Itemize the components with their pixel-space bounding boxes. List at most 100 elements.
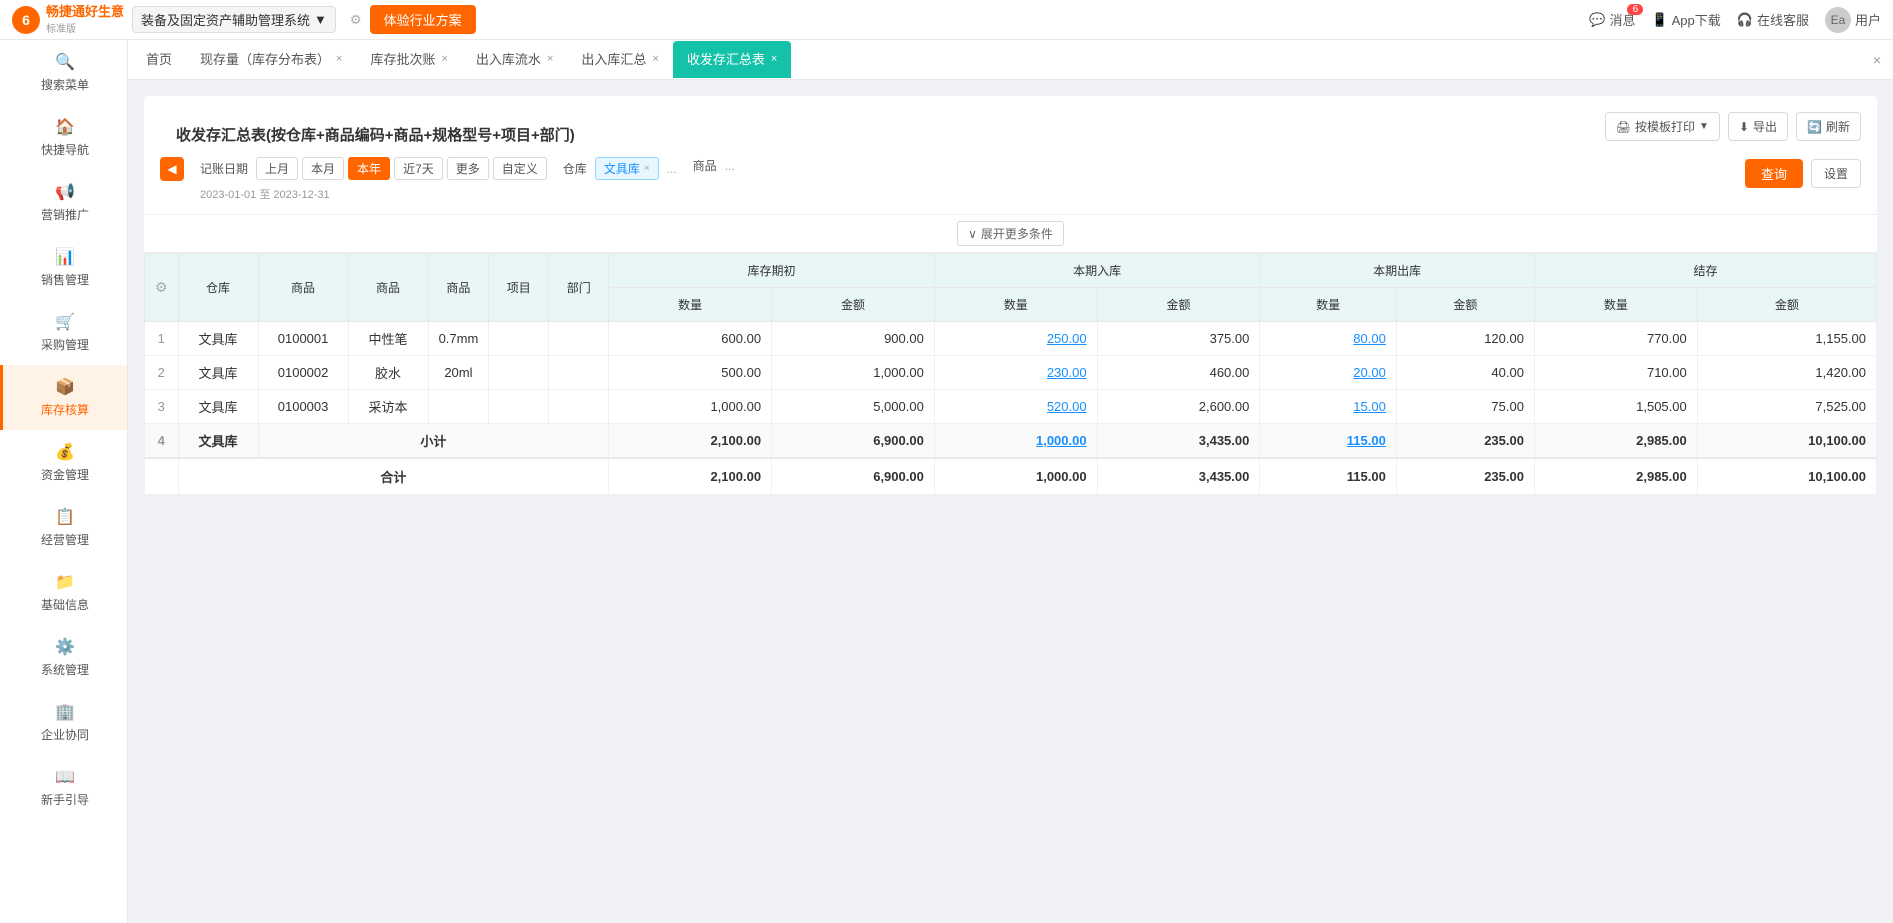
subtotal-in-qty[interactable]: 1,000.00 bbox=[934, 424, 1097, 459]
sidebar-item-sales[interactable]: 📊 销售管理 bbox=[0, 235, 127, 300]
system-selector[interactable]: 装备及固定资产辅助管理系统 ▼ bbox=[132, 6, 336, 33]
tab-flow-close[interactable]: × bbox=[547, 53, 553, 65]
subtotal-out-qty-link[interactable]: 115.00 bbox=[1347, 433, 1386, 448]
warehouse-tag[interactable]: 文具库 × bbox=[595, 157, 659, 180]
chevron-down-icon: ▼ bbox=[314, 12, 327, 27]
date-btn-more[interactable]: 更多 bbox=[447, 157, 489, 180]
subtotal-in-qty-link[interactable]: 1,000.00 bbox=[1036, 433, 1087, 448]
th-in: 本期入库 bbox=[934, 254, 1260, 288]
date-btn-this-month[interactable]: 本月 bbox=[302, 157, 344, 180]
app-download-item[interactable]: 📱 App下载 bbox=[1651, 10, 1720, 29]
tab-batch-close[interactable]: × bbox=[441, 53, 447, 65]
row-in-qty-3[interactable]: 520.00 bbox=[934, 390, 1097, 424]
sidebar-item-system[interactable]: ⚙️ 系统管理 bbox=[0, 625, 127, 690]
phone-icon: 📱 bbox=[1651, 12, 1667, 28]
row-in-qty-link-2[interactable]: 230.00 bbox=[1047, 365, 1087, 380]
tab-summary-close[interactable]: × bbox=[652, 53, 658, 65]
sidebar-item-inventory[interactable]: 📦 库存核算 bbox=[0, 365, 127, 430]
sidebar-item-operation[interactable]: 📋 经营管理 bbox=[0, 495, 127, 560]
sales-icon: 📊 bbox=[55, 247, 75, 267]
row-dept-3 bbox=[549, 390, 609, 424]
settings-icon[interactable]: ⚙ bbox=[350, 12, 362, 28]
logo-icon: 6 bbox=[12, 6, 40, 34]
warehouse-tag-close[interactable]: × bbox=[644, 163, 650, 174]
tab-receipt-close[interactable]: × bbox=[771, 53, 777, 65]
table-row: 3 文具库 0100003 采访本 1,000.00 5,000.00 520.… bbox=[145, 390, 1877, 424]
gear-icon[interactable]: ⚙ bbox=[155, 279, 168, 295]
sidebar-item-basic[interactable]: 📁 基础信息 bbox=[0, 560, 127, 625]
subtotal-bal-qty: 2,985.00 bbox=[1534, 424, 1697, 459]
th-spec: 商品 bbox=[428, 254, 489, 322]
row-out-qty-link-3[interactable]: 15.00 bbox=[1353, 399, 1386, 414]
row-project-1 bbox=[489, 322, 549, 356]
notification-item[interactable]: 💬 消息 6 bbox=[1589, 10, 1635, 29]
sidebar-item-newbie[interactable]: 📖 新手引导 bbox=[0, 755, 127, 820]
operation-icon: 📋 bbox=[55, 507, 75, 527]
headset-icon: 🎧 bbox=[1737, 12, 1753, 28]
online-service-label: 在线客服 bbox=[1757, 10, 1809, 29]
query-button[interactable]: 查询 bbox=[1745, 159, 1803, 188]
toolbar: 🖨 按模板打印 ▼ ⬇ 导出 🔄 刷新 bbox=[1605, 112, 1861, 141]
row-out-qty-2[interactable]: 20.00 bbox=[1260, 356, 1396, 390]
th-project: 项目 bbox=[489, 254, 549, 322]
row-code-1: 0100001 bbox=[258, 322, 348, 356]
date-btn-this-year[interactable]: 本年 bbox=[348, 157, 390, 180]
sidebar-label-operation: 经营管理 bbox=[41, 531, 89, 548]
row-out-qty-1[interactable]: 80.00 bbox=[1260, 322, 1396, 356]
total-label: 合计 bbox=[178, 458, 609, 495]
tab-receipt-label: 收发存汇总表 bbox=[687, 49, 765, 68]
tab-bar: 首页 现存量（库存分布表） × 库存批次账 × 出入库流水 × 出入库汇总 × … bbox=[128, 40, 1893, 80]
row-out-qty-3[interactable]: 15.00 bbox=[1260, 390, 1396, 424]
sidebar-item-finance[interactable]: 💰 资金管理 bbox=[0, 430, 127, 495]
table-row: 1 文具库 0100001 中性笔 0.7mm 600.00 900.00 25… bbox=[145, 322, 1877, 356]
row-in-qty-link-1[interactable]: 250.00 bbox=[1047, 331, 1087, 346]
subtotal-out-qty[interactable]: 115.00 bbox=[1260, 424, 1396, 459]
tab-home[interactable]: 首页 bbox=[132, 41, 186, 78]
tab-flow[interactable]: 出入库流水 × bbox=[462, 41, 567, 78]
date-filter-group: 记账日期 上月 本月 本年 近7天 更多 自定义 2023-01-01 至 20… bbox=[200, 157, 547, 202]
row-dept-1 bbox=[549, 322, 609, 356]
row-in-qty-2[interactable]: 230.00 bbox=[934, 356, 1097, 390]
collapse-button[interactable]: ◀ bbox=[160, 157, 184, 181]
date-btn-7days[interactable]: 近7天 bbox=[394, 157, 443, 180]
expand-row: ∨ 展开更多条件 bbox=[144, 215, 1877, 253]
filter-settings-button[interactable]: 设置 bbox=[1811, 159, 1861, 188]
row-project-2 bbox=[489, 356, 549, 390]
sidebar-item-search[interactable]: 🔍 搜索菜单 bbox=[0, 40, 127, 105]
avatar: Ea bbox=[1825, 7, 1851, 33]
date-btn-custom[interactable]: 自定义 bbox=[493, 157, 547, 180]
tab-summary-label: 出入库汇总 bbox=[581, 49, 646, 68]
user-item[interactable]: Ea 用户 bbox=[1825, 7, 1881, 33]
warehouse-more[interactable]: ... bbox=[667, 162, 677, 176]
sidebar-item-corp[interactable]: 🏢 企业协同 bbox=[0, 690, 127, 755]
warehouse-filter-section: 仓库 文具库 × ... bbox=[563, 157, 677, 180]
trial-button[interactable]: 体验行业方案 bbox=[370, 5, 476, 34]
tab-receipt-summary[interactable]: 收发存汇总表 × bbox=[673, 41, 791, 78]
row-out-qty-link-1[interactable]: 80.00 bbox=[1353, 331, 1386, 346]
tab-home-label: 首页 bbox=[146, 49, 172, 68]
row-in-qty-1[interactable]: 250.00 bbox=[934, 322, 1097, 356]
tab-inventory-dist-close[interactable]: × bbox=[336, 53, 342, 65]
sidebar-item-quick[interactable]: 🏠 快捷导航 bbox=[0, 105, 127, 170]
goods-more[interactable]: ... bbox=[725, 159, 735, 173]
th-opening: 库存期初 bbox=[609, 254, 935, 288]
export-button[interactable]: ⬇ 导出 bbox=[1728, 112, 1788, 141]
tab-close-all[interactable]: × bbox=[1865, 52, 1889, 68]
tab-summary[interactable]: 出入库汇总 × bbox=[567, 41, 672, 78]
tab-batch[interactable]: 库存批次账 × bbox=[356, 41, 461, 78]
newbie-icon: 📖 bbox=[55, 767, 75, 787]
sidebar-item-purchase[interactable]: 🛒 采购管理 bbox=[0, 300, 127, 365]
tab-inventory-dist[interactable]: 现存量（库存分布表） × bbox=[186, 41, 356, 78]
expand-conditions-button[interactable]: ∨ 展开更多条件 bbox=[957, 221, 1064, 246]
online-service-item[interactable]: 🎧 在线客服 bbox=[1737, 10, 1809, 29]
date-btn-last-month[interactable]: 上月 bbox=[256, 157, 298, 180]
refresh-button[interactable]: 🔄 刷新 bbox=[1796, 112, 1861, 141]
sidebar-item-marketing[interactable]: 📢 营销推广 bbox=[0, 170, 127, 235]
row-in-qty-link-3[interactable]: 520.00 bbox=[1047, 399, 1087, 414]
row-in-amt-2: 460.00 bbox=[1097, 356, 1260, 390]
row-out-qty-link-2[interactable]: 20.00 bbox=[1353, 365, 1386, 380]
subtotal-out-amt: 235.00 bbox=[1396, 424, 1534, 459]
print-button[interactable]: 🖨 按模板打印 ▼ bbox=[1605, 112, 1720, 141]
subtotal-bal-amt: 10,100.00 bbox=[1697, 424, 1876, 459]
total-bal-amt: 10,100.00 bbox=[1697, 458, 1876, 495]
